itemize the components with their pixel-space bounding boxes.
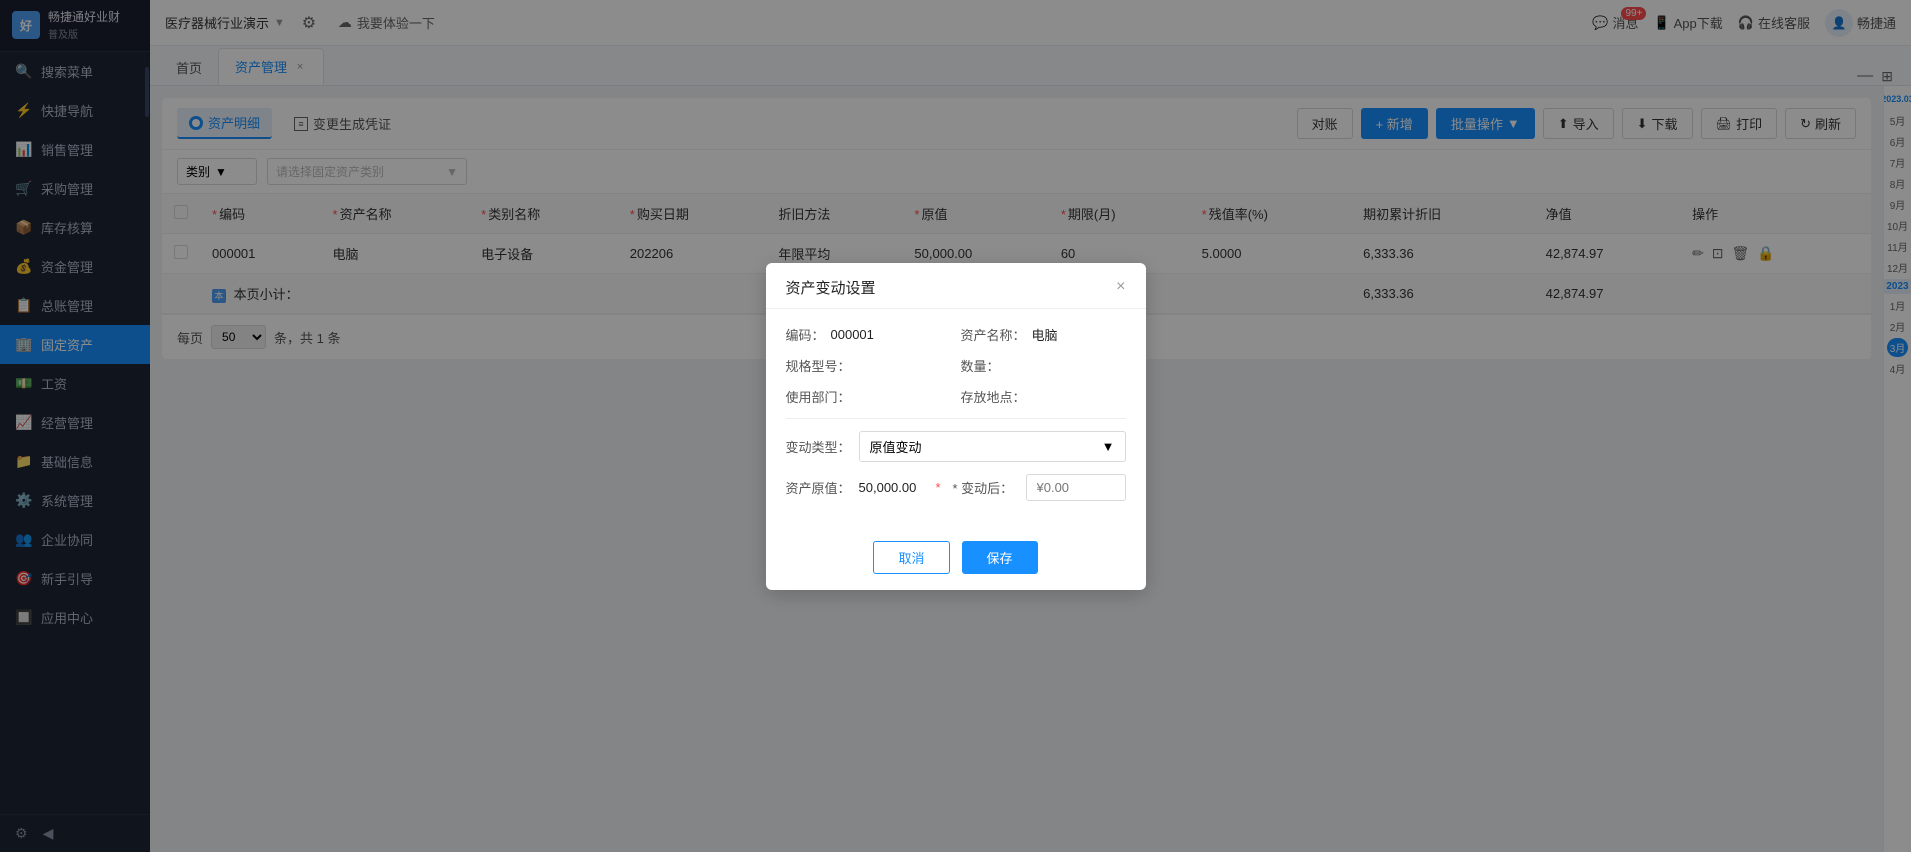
name-field-group: 资产名称： 电脑: [961, 325, 1126, 344]
dialog-footer: 取消 保存: [766, 529, 1146, 590]
dialog-divider: [786, 418, 1126, 419]
location-label: 存放地点：: [961, 387, 1026, 406]
dialog-row-1: 编码： 000001 资产名称： 电脑: [786, 325, 1126, 344]
change-type-value: 原值变动: [870, 437, 922, 456]
dialog-title: 资产变动设置: [786, 277, 876, 298]
asset-change-dialog: 资产变动设置 × 编码： 000001 资产名称： 电脑 规格型号：: [766, 263, 1146, 590]
quantity-field-group: 数量：: [961, 356, 1126, 375]
save-button[interactable]: 保存: [962, 541, 1038, 574]
after-label: * 变动后：: [953, 478, 1018, 497]
spec-label: 规格型号：: [786, 356, 851, 375]
original-value: 50,000.00: [859, 480, 928, 495]
code-label: 编码：: [786, 325, 825, 344]
dialog-header: 资产变动设置 ×: [766, 263, 1146, 309]
location-field-group: 存放地点：: [961, 387, 1126, 406]
code-field-group: 编码： 000001: [786, 325, 951, 344]
original-label: 资产原值：: [786, 478, 851, 497]
dialog-row-2: 规格型号： 数量：: [786, 356, 1126, 375]
name-value: 电脑: [1032, 325, 1058, 344]
change-type-select[interactable]: 原值变动 ▼: [859, 431, 1126, 462]
dept-label: 使用部门：: [786, 387, 851, 406]
dialog-overlay: 资产变动设置 × 编码： 000001 资产名称： 电脑 规格型号：: [0, 0, 1911, 852]
dialog-body: 编码： 000001 资产名称： 电脑 规格型号： 数量：: [766, 309, 1146, 529]
code-value: 000001: [831, 327, 874, 342]
dialog-row-3: 使用部门： 存放地点：: [786, 387, 1126, 406]
change-type-label: 变动类型：: [786, 437, 851, 456]
quantity-label: 数量：: [961, 356, 1000, 375]
name-label: 资产名称：: [961, 325, 1026, 344]
value-row: 资产原值： 50,000.00 * * 变动后：: [786, 474, 1126, 501]
after-value-input[interactable]: [1026, 474, 1126, 501]
spec-field-group: 规格型号：: [786, 356, 951, 375]
change-type-row: 变动类型： 原值变动 ▼: [786, 431, 1126, 462]
change-type-arrow: ▼: [1102, 439, 1115, 454]
dept-field-group: 使用部门：: [786, 387, 951, 406]
cancel-button[interactable]: 取消: [873, 541, 949, 574]
required-star: *: [935, 480, 940, 495]
dialog-close-button[interactable]: ×: [1116, 278, 1125, 296]
